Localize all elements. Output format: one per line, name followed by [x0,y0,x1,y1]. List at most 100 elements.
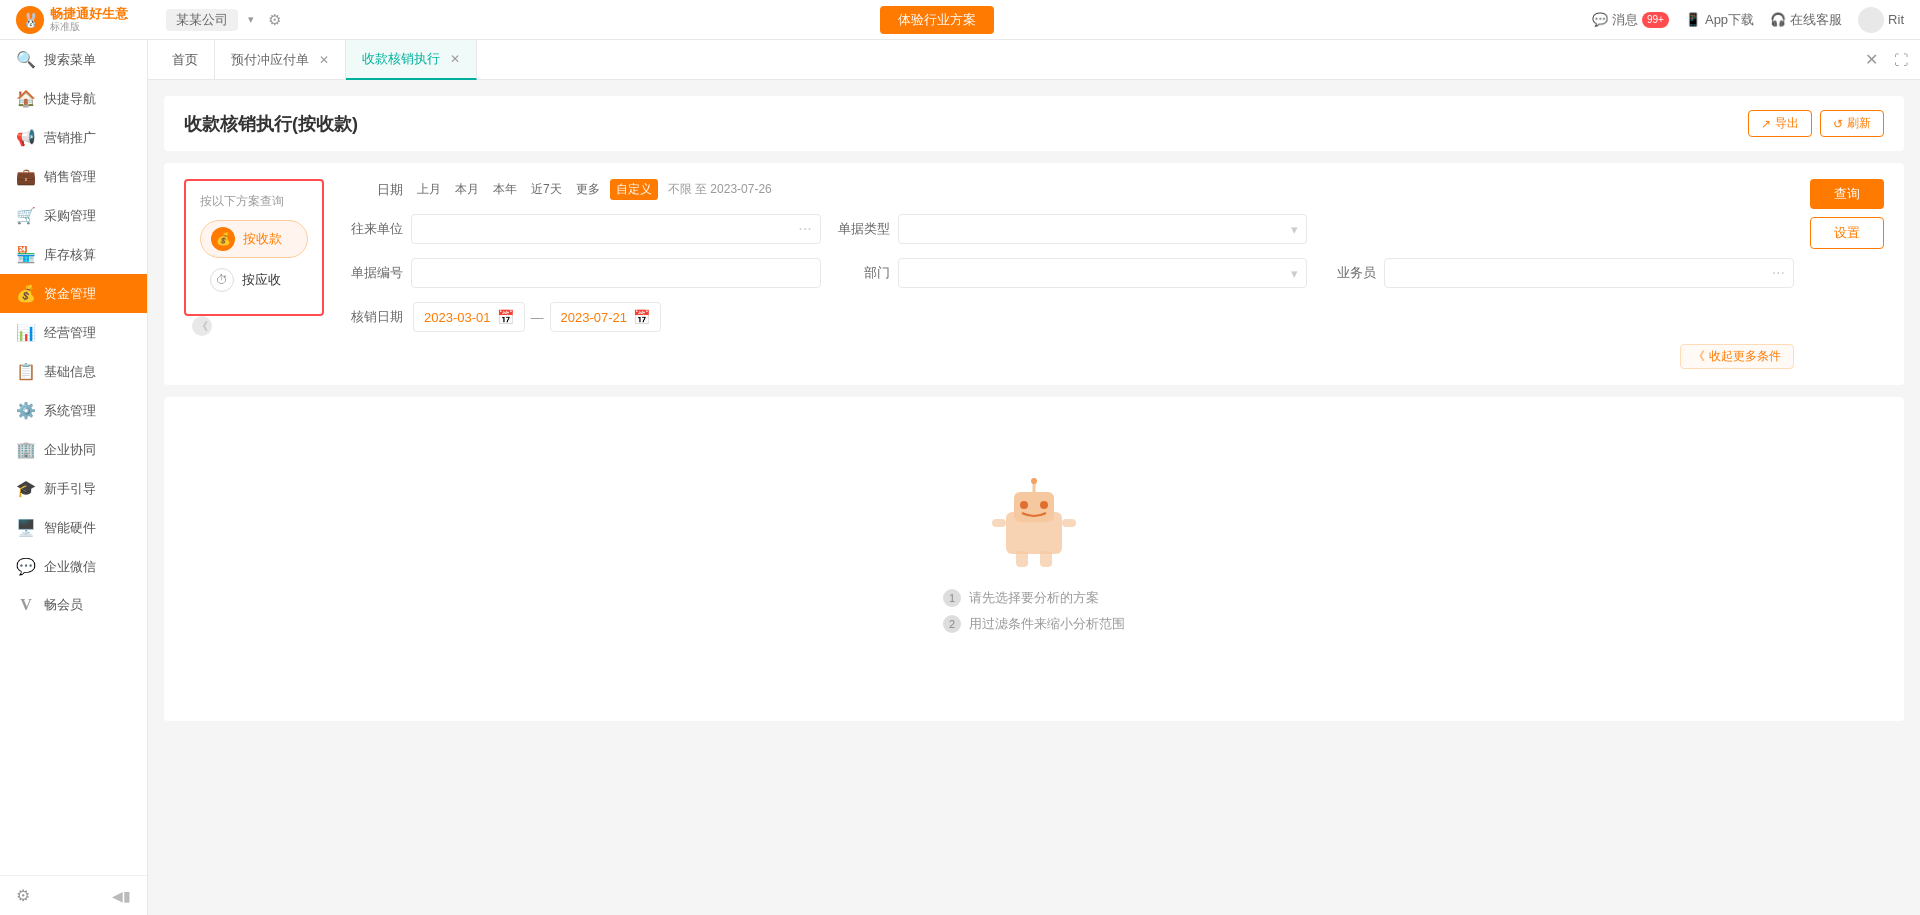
sidebar-item-smart-hw[interactable]: 🖥️ 智能硬件 [0,508,147,547]
svg-point-2 [1020,501,1028,509]
topbar-center: 体验行业方案 [291,6,1582,34]
main-layout: 🔍 搜索菜单 🏠 快捷导航 📢 营销推广 💼 销售管理 🛒 采购管理 🏪 库存核… [0,40,1920,915]
filter-option-by-receivable[interactable]: ⏱ 按应收 [200,262,308,298]
online-service-label: 在线客服 [1790,11,1842,29]
tab-receivable-close[interactable]: ✕ [450,52,460,66]
refresh-button[interactable]: ↺ 刷新 [1820,110,1884,137]
filter-scheme-title: 按以下方案查询 [200,193,308,210]
filter-cell-voucher-no: 单据编号 [348,258,821,288]
page-title-actions: ↗ 导出 ↺ 刷新 [1748,110,1884,137]
date-btn-this-month[interactable]: 本月 [451,179,483,200]
tab-home[interactable]: 首页 [156,40,215,80]
tab-close-all-icon[interactable]: ✕ [1861,46,1882,73]
voucher-type-label: 单据类型 [835,220,890,238]
date-btn-7days[interactable]: 近7天 [527,179,566,200]
svg-point-3 [1040,501,1048,509]
sidebar-item-system[interactable]: ⚙️ 系统管理 [0,391,147,430]
salesperson-input-wrapper[interactable]: ··· [1384,258,1794,288]
app-name: 畅捷通好生意 [50,6,128,22]
hint-text-2: 用过滤条件来缩小分析范围 [969,615,1125,633]
sidebar-item-vip[interactable]: V 畅会员 [0,586,147,624]
store-icon: 🏪 [16,245,36,264]
query-button[interactable]: 查询 [1810,179,1884,209]
tab-prepay-close[interactable]: ✕ [319,53,329,67]
salesperson-input[interactable] [1393,266,1771,281]
briefcase-icon: 💼 [16,167,36,186]
sidebar-settings-icon[interactable]: ⚙ [16,886,30,905]
date-btn-last-month[interactable]: 上月 [413,179,445,200]
company-name[interactable]: 某某公司 [166,9,238,31]
filter-settings-button[interactable]: 设置 [1810,217,1884,249]
refresh-label: 刷新 [1847,115,1871,132]
app-download-item[interactable]: 📱 App下载 [1685,11,1754,29]
voucher-type-select[interactable]: ▾ [898,214,1308,244]
tab-receivable-label: 收款核销执行 [362,50,440,68]
messages-badge: 99+ [1642,12,1669,28]
counterparty-input-wrapper[interactable]: ··· [411,214,821,244]
counterparty-input[interactable] [420,222,798,237]
topbar-right: 💬 消息 99+ 📱 App下载 🎧 在线客服 Rit [1592,7,1904,33]
solution-button[interactable]: 体验行业方案 [880,6,994,34]
vip-icon: V [16,596,36,614]
sidebar-item-wechat[interactable]: 💬 企业微信 [0,547,147,586]
page-title: 收款核销执行(按收款) [184,112,358,136]
date-btn-this-year[interactable]: 本年 [489,179,521,200]
svg-rect-9 [1040,551,1052,567]
empty-hint-1: 1 请先选择要分析的方案 [943,589,1125,607]
sidebar-item-enterprise[interactable]: 🏢 企业协同 [0,430,147,469]
sidebar-item-sales[interactable]: 💼 销售管理 [0,157,147,196]
filter-main-content: 日期 上月 本月 本年 近7天 更多 自定义 不限 至 2023-07-26 [348,179,1884,369]
svg-rect-6 [992,519,1006,527]
filter-verify-date-row: 核销日期 2023-03-01 📅 — 2023-07-21 [348,302,1794,332]
system-icon: ⚙️ [16,401,36,420]
sidebar-item-inventory[interactable]: 🏪 库存核算 [0,235,147,274]
tab-prepay[interactable]: 预付冲应付单 ✕ [215,40,346,80]
page-content: 收款核销执行(按收款) ↗ 导出 ↺ 刷新 按以下方 [148,80,1920,915]
online-service-item[interactable]: 🎧 在线客服 [1770,11,1842,29]
collapse-more-btn[interactable]: 《 收起更多条件 [1680,344,1794,369]
sidebar-label-basic-info: 基础信息 [44,363,96,381]
sidebar-collapse-icon[interactable]: ◀▮ [112,888,131,904]
sidebar-item-operations[interactable]: 📊 经营管理 [0,313,147,352]
verify-date-from-value: 2023-03-01 [424,310,491,325]
message-icon: 💬 [1592,12,1608,27]
sidebar-item-purchase[interactable]: 🛒 采购管理 [0,196,147,235]
date-btn-more[interactable]: 更多 [572,179,604,200]
sidebar-item-basic-info[interactable]: 📋 基础信息 [0,352,147,391]
department-select[interactable]: ▾ [898,258,1308,288]
receivable-icon: ⏱ [210,268,234,292]
voucher-no-label: 单据编号 [348,264,403,282]
salesperson-dots[interactable]: ··· [1772,264,1785,282]
empty-svg [984,477,1084,577]
tab-prepay-label: 预付冲应付单 [231,51,309,69]
tab-receivable[interactable]: 收款核销执行 ✕ [346,40,477,80]
sidebar-label-finance: 资金管理 [44,285,96,303]
voucher-type-dropdown-icon: ▾ [1291,222,1298,237]
export-icon: ↗ [1761,117,1771,131]
date-separator: — [531,310,544,325]
company-dropdown-icon[interactable]: ▾ [248,13,254,26]
counterparty-dots[interactable]: ··· [798,220,811,238]
sidebar-item-quick-nav[interactable]: 🏠 快捷导航 [0,79,147,118]
finance-icon: 💰 [16,284,36,303]
collapse-more-wrapper: 《 收起更多条件 [348,340,1794,369]
sidebar-item-beginner[interactable]: 🎓 新手引导 [0,469,147,508]
filter-option-by-receipt-label: 按收款 [243,230,282,248]
cart-icon: 🛒 [16,206,36,225]
sidebar-label-search: 搜索菜单 [44,51,96,69]
sidebar-item-marketing[interactable]: 📢 营销推广 [0,118,147,157]
sidebar-item-finance[interactable]: 💰 资金管理 [0,274,147,313]
date-btn-custom[interactable]: 自定义 [610,179,658,200]
export-button[interactable]: ↗ 导出 [1748,110,1812,137]
verify-date-from[interactable]: 2023-03-01 📅 [413,302,525,332]
messages-item[interactable]: 💬 消息 99+ [1592,11,1669,29]
sidebar-label-sales: 销售管理 [44,168,96,186]
filter-option-by-receipt[interactable]: 💰 按收款 [200,220,308,258]
verify-date-to[interactable]: 2023-07-21 📅 [550,302,662,332]
voucher-no-input[interactable] [411,258,821,288]
tab-expand-icon[interactable]: ⛶ [1890,48,1912,72]
filter-panel-collapse-arrow[interactable]: 《 [192,316,212,336]
user-item[interactable]: Rit [1858,7,1904,33]
settings-gear-icon[interactable]: ⚙ [268,11,281,29]
sidebar-item-search-menu[interactable]: 🔍 搜索菜单 [0,40,147,79]
